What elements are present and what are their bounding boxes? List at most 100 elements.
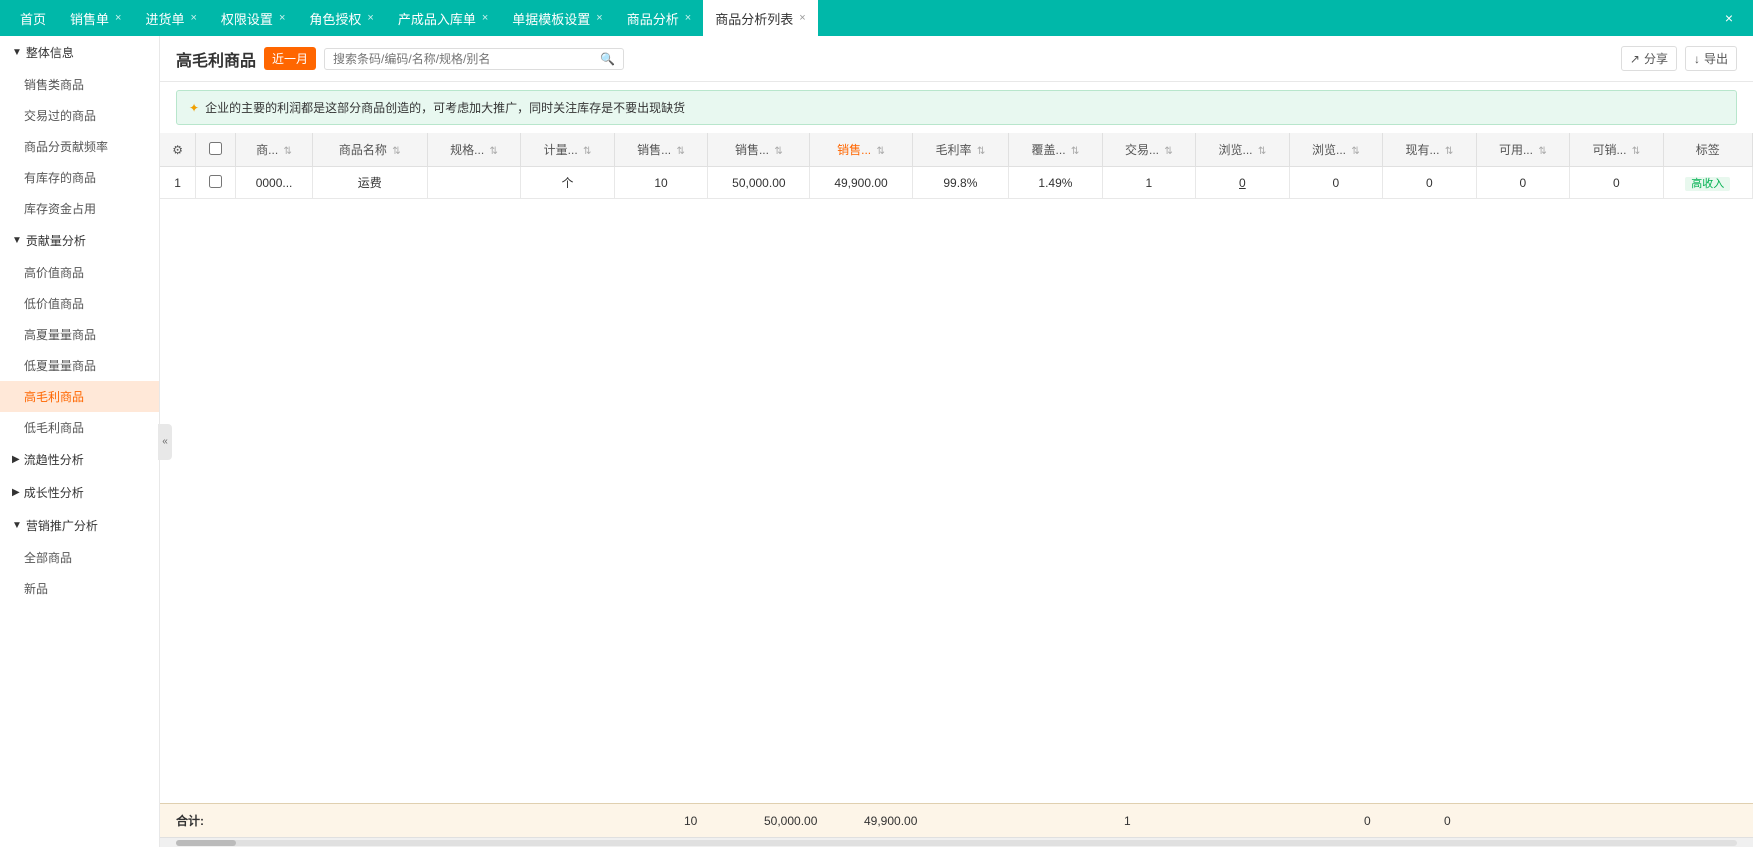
col-header-trade: 交易... ⇅ bbox=[1102, 133, 1195, 167]
nav-template-settings[interactable]: 单据模板设置 × bbox=[500, 0, 614, 36]
data-table-wrapper: ⚙ 商... ⇅ 商品名称 ⇅ bbox=[160, 133, 1753, 803]
col-header-spec: 规格... ⇅ bbox=[427, 133, 520, 167]
sidebar-item-sales-goods[interactable]: 销售类商品 bbox=[0, 69, 159, 100]
sort-icon[interactable]: ⇅ bbox=[1071, 146, 1079, 157]
col-header-current: 现有... ⇅ bbox=[1383, 133, 1476, 167]
horizontal-scrollbar[interactable] bbox=[160, 837, 1753, 847]
settings-icon[interactable]: ⚙ bbox=[172, 143, 183, 157]
cell-sales2: 50,000.00 bbox=[708, 167, 810, 199]
cell-checkbox bbox=[196, 167, 236, 199]
sidebar-group-growth[interactable]: ▶ 成长性分析 bbox=[0, 476, 159, 509]
col-header-saleable: 可销... ⇅ bbox=[1570, 133, 1663, 167]
close-icon[interactable]: × bbox=[685, 12, 691, 24]
sidebar-group-contribution[interactable]: ▼ 贡献量分析 bbox=[0, 224, 159, 257]
col-header-sales2: 销售... ⇅ bbox=[708, 133, 810, 167]
sort-icon[interactable]: ⇅ bbox=[1445, 146, 1453, 157]
scrollbar-thumb[interactable] bbox=[176, 840, 236, 846]
window-close-button[interactable]: × bbox=[1713, 10, 1745, 26]
sidebar-item-goods-contribution-rate[interactable]: 商品分贡献频率 bbox=[0, 131, 159, 162]
cell-current: 0 bbox=[1383, 167, 1476, 199]
sidebar-item-all-goods[interactable]: 全部商品 bbox=[0, 542, 159, 573]
col-header-sales1: 销售... ⇅ bbox=[614, 133, 707, 167]
close-icon[interactable]: × bbox=[279, 12, 285, 24]
cell-available: 0 bbox=[1476, 167, 1569, 199]
row-checkbox[interactable] bbox=[209, 175, 222, 188]
sidebar-item-low-margin[interactable]: 低毛利商品 bbox=[0, 412, 159, 443]
sort-icon[interactable]: ⇅ bbox=[677, 146, 685, 157]
browse1-link[interactable]: 0 bbox=[1239, 176, 1246, 190]
chevron-right-icon: ▶ bbox=[12, 454, 20, 465]
nav-role-auth[interactable]: 角色授权 × bbox=[297, 0, 385, 36]
total-trade: 1 bbox=[1124, 814, 1204, 828]
nav-production-order[interactable]: 产成品入库单 × bbox=[386, 0, 500, 36]
select-all-checkbox[interactable] bbox=[209, 142, 222, 155]
sidebar-item-low-value[interactable]: 低价值商品 bbox=[0, 288, 159, 319]
nav-home[interactable]: 首页 bbox=[8, 0, 58, 36]
col-header-unit: 计量... ⇅ bbox=[521, 133, 614, 167]
cell-browse2: 0 bbox=[1289, 167, 1382, 199]
close-icon[interactable]: × bbox=[799, 12, 805, 24]
filter-period-button[interactable]: 近一月 bbox=[264, 47, 316, 70]
top-navigation: 首页 销售单 × 进货单 × 权限设置 × 角色授权 × 产成品入库单 × 单据… bbox=[0, 0, 1753, 36]
sort-icon[interactable]: ⇅ bbox=[977, 146, 985, 157]
export-button[interactable]: ↓ 导出 bbox=[1685, 46, 1737, 71]
sort-icon[interactable]: ⇅ bbox=[774, 146, 782, 157]
close-icon[interactable]: × bbox=[115, 12, 121, 24]
cell-trade: 1 bbox=[1102, 167, 1195, 199]
total-available: 0 bbox=[1444, 814, 1524, 828]
cell-browse1: 0 bbox=[1196, 167, 1289, 199]
sort-icon[interactable]: ⇅ bbox=[1538, 146, 1546, 157]
tag-badge[interactable]: 高收入 bbox=[1685, 177, 1730, 191]
close-icon[interactable]: × bbox=[596, 12, 602, 24]
sidebar: ▼ 整体信息 销售类商品 交易过的商品 商品分贡献频率 有库存的商品 库存资金占… bbox=[0, 36, 160, 847]
col-header-seq: ⚙ bbox=[160, 133, 196, 167]
cell-code[interactable]: 0000... bbox=[236, 167, 312, 199]
col-header-code: 商... ⇅ bbox=[236, 133, 312, 167]
sidebar-group-marketing[interactable]: ▼ 营销推广分析 bbox=[0, 509, 159, 542]
nav-permission-settings[interactable]: 权限设置 × bbox=[209, 0, 297, 36]
close-icon[interactable]: × bbox=[190, 12, 196, 24]
sort-icon[interactable]: ⇅ bbox=[877, 146, 885, 157]
sidebar-item-new-goods[interactable]: 新品 bbox=[0, 573, 159, 604]
cell-tag: 高收入 bbox=[1663, 167, 1752, 199]
sidebar-item-inventory-capital[interactable]: 库存资金占用 bbox=[0, 193, 159, 224]
search-box: 🔍 bbox=[324, 48, 624, 70]
sidebar-group-trend[interactable]: ▶ 流趋性分析 bbox=[0, 443, 159, 476]
nav-sales-order[interactable]: 销售单 × bbox=[58, 0, 133, 36]
sort-icon[interactable]: ⇅ bbox=[583, 146, 591, 157]
sidebar-item-traded-goods[interactable]: 交易过的商品 bbox=[0, 100, 159, 131]
sort-icon[interactable]: ⇅ bbox=[284, 146, 292, 157]
search-input[interactable] bbox=[333, 52, 600, 66]
sort-icon[interactable]: ⇅ bbox=[1258, 146, 1266, 157]
table-row: 1 0000... 运费 个 10 50,000.00 49,900.00 99… bbox=[160, 167, 1753, 199]
nav-purchase-order[interactable]: 进货单 × bbox=[133, 0, 208, 36]
sort-icon[interactable]: ⇅ bbox=[1164, 146, 1172, 157]
sidebar-collapse-button[interactable]: « bbox=[158, 424, 172, 460]
sidebar-group-overview[interactable]: ▼ 整体信息 bbox=[0, 36, 159, 69]
cell-gross-rate: 99.8% bbox=[912, 167, 1009, 199]
close-icon[interactable]: × bbox=[367, 12, 373, 24]
sidebar-item-low-quantity[interactable]: 低夏量量商品 bbox=[0, 350, 159, 381]
sidebar-item-high-quantity[interactable]: 高夏量量商品 bbox=[0, 319, 159, 350]
share-icon: ↗ bbox=[1630, 52, 1640, 66]
close-icon[interactable]: × bbox=[482, 12, 488, 24]
total-sales2: 50,000.00 bbox=[764, 814, 864, 828]
cell-seq: 1 bbox=[160, 167, 196, 199]
sort-icon[interactable]: ⇅ bbox=[1351, 146, 1359, 157]
sidebar-item-high-margin[interactable]: 高毛利商品 bbox=[0, 381, 159, 412]
share-button[interactable]: ↗ 分享 bbox=[1621, 46, 1677, 71]
nav-product-analysis-list[interactable]: 商品分析列表 × bbox=[703, 0, 817, 36]
sidebar-item-stocked-goods[interactable]: 有库存的商品 bbox=[0, 162, 159, 193]
search-icon[interactable]: 🔍 bbox=[600, 52, 615, 66]
col-header-tag: 标签 bbox=[1663, 133, 1752, 167]
sort-icon[interactable]: ⇅ bbox=[490, 146, 498, 157]
product-table: ⚙ 商... ⇅ 商品名称 ⇅ bbox=[160, 133, 1753, 199]
total-current: 0 bbox=[1364, 814, 1444, 828]
sort-icon[interactable]: ⇅ bbox=[1632, 146, 1640, 157]
nav-product-analysis[interactable]: 商品分析 × bbox=[615, 0, 703, 36]
cell-name[interactable]: 运费 bbox=[312, 167, 427, 199]
sidebar-item-high-value[interactable]: 高价值商品 bbox=[0, 257, 159, 288]
chevron-down-icon: ▼ bbox=[12, 520, 22, 531]
sort-icon[interactable]: ⇅ bbox=[392, 146, 400, 157]
total-sales3: 49,900.00 bbox=[864, 814, 964, 828]
